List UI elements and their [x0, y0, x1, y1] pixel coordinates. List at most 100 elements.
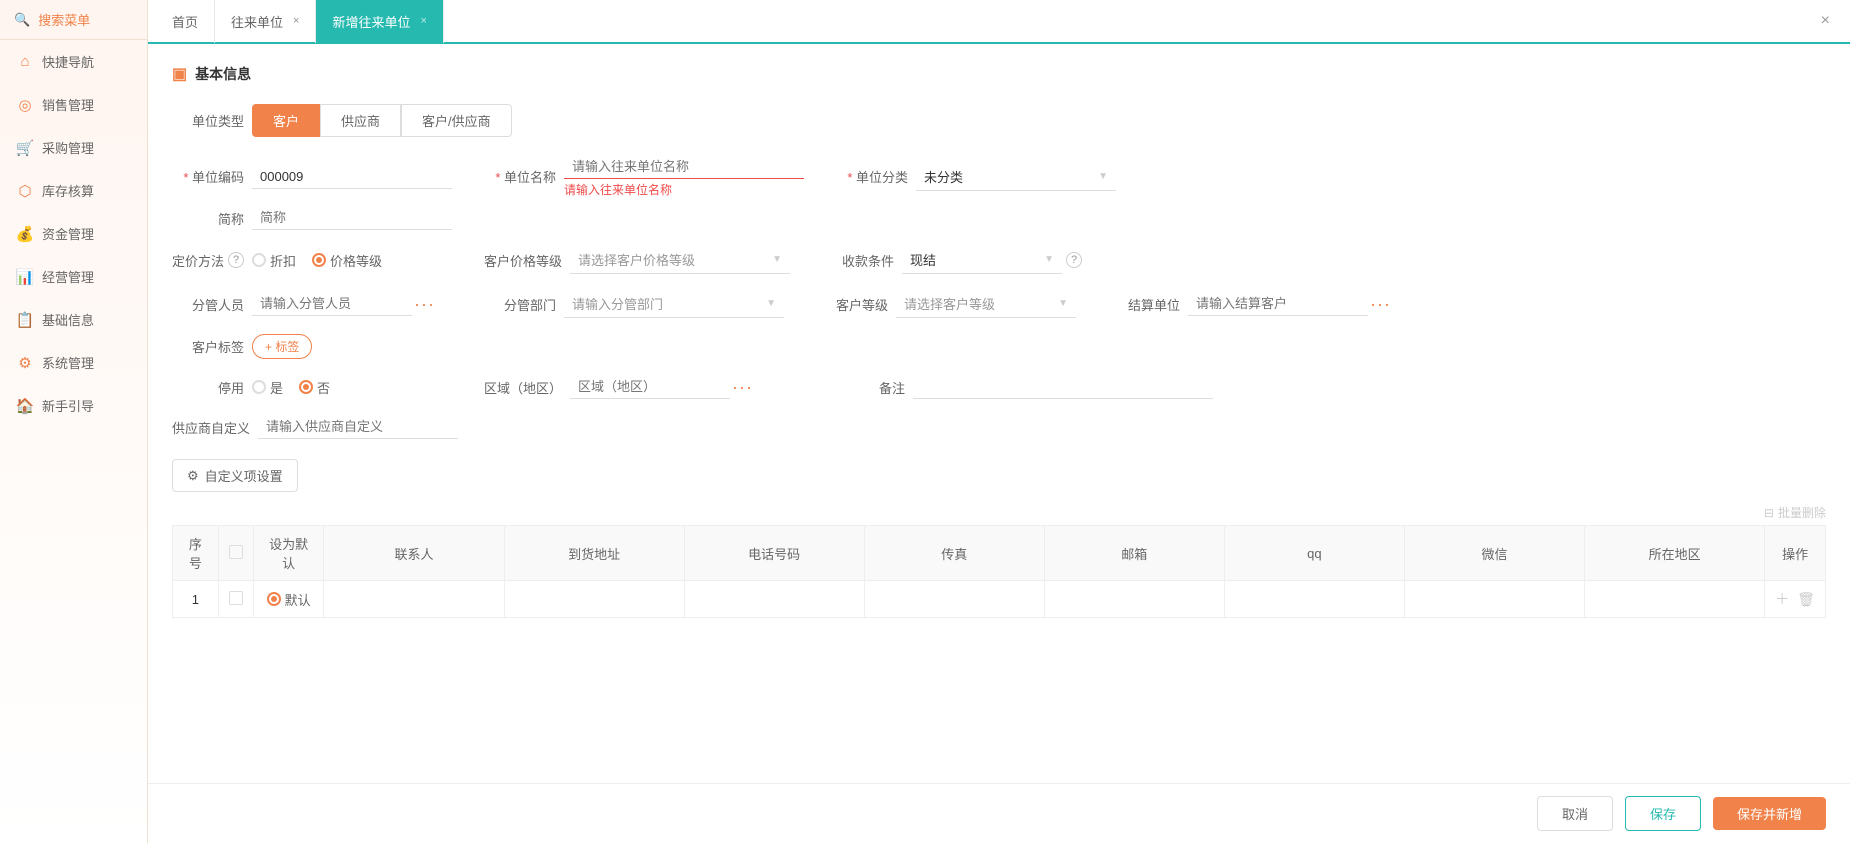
col-region: 所在地区 [1585, 526, 1765, 581]
cell-table-region[interactable] [1585, 581, 1765, 618]
col-email: 邮箱 [1044, 526, 1224, 581]
sidebar-item-system-mgmt[interactable]: ⚙ 系统管理 [0, 341, 147, 384]
payment-terms-select[interactable]: 现结 ▼ [902, 246, 1062, 274]
customer-tag-row: 客户标签 + 标签 [172, 334, 1826, 359]
row-checkbox[interactable] [229, 591, 243, 605]
wechat-input[interactable] [1415, 592, 1574, 607]
cell-wechat[interactable] [1405, 581, 1585, 618]
payment-terms-help-icon[interactable]: ? [1066, 252, 1082, 268]
search-icon: 🔍 [14, 12, 30, 28]
sidebar-item-purchase-mgmt[interactable]: 🛒 采购管理 [0, 126, 147, 169]
qq-input[interactable] [1235, 592, 1394, 607]
form-content: ▣ 基本信息 单位类型 客户 供应商 客户/供应商 单位编码 单位名称 [148, 44, 1850, 783]
radio-price-level[interactable]: 价格等级 [312, 251, 382, 270]
table-region-input[interactable] [1595, 592, 1754, 607]
unit-code-input[interactable] [252, 165, 452, 189]
remark-label: 备注 [833, 378, 913, 397]
col-check [218, 526, 253, 581]
col-qq: qq [1224, 526, 1404, 581]
disable-region-row: 停用 是 否 区域（地区） ··· [172, 375, 1826, 399]
unit-category-select[interactable]: 未分类 ▼ [916, 163, 1116, 191]
settlement-unit-input[interactable] [1188, 292, 1368, 316]
sidebar-search[interactable]: 🔍 搜索菜单 [0, 0, 147, 40]
cancel-button[interactable]: 取消 [1537, 796, 1613, 831]
supervisor-input[interactable] [252, 292, 412, 316]
address-input[interactable] [515, 592, 674, 607]
radio-no[interactable]: 否 [299, 378, 330, 397]
supplier-custom-input[interactable] [258, 415, 458, 439]
unit-type-row: 单位类型 客户 供应商 客户/供应商 [172, 104, 1826, 137]
header-checkbox[interactable] [229, 545, 243, 559]
disable-radio-group: 是 否 [252, 378, 330, 397]
supervisor-dots-btn[interactable]: ··· [414, 295, 435, 313]
tab-add-partner[interactable]: 新增往来单位 × [316, 0, 443, 43]
customer-price-level-select[interactable]: 请选择客户价格等级 ▼ [570, 246, 790, 274]
cell-phone[interactable] [684, 581, 864, 618]
col-default: 设为默认 [253, 526, 324, 581]
cell-qq[interactable] [1224, 581, 1404, 618]
short-name-row: 简称 [172, 206, 1826, 230]
department-select[interactable]: 请输入分管部门 ▼ [564, 290, 784, 318]
sidebar-item-inventory[interactable]: ⬡ 库存核算 [0, 169, 147, 212]
unit-btn-supplier[interactable]: 供应商 [320, 104, 401, 137]
unit-code-col: 单位编码 [172, 165, 452, 189]
delete-row-icon[interactable]: 🗑 [1797, 591, 1815, 608]
pricing-help-icon[interactable]: ? [228, 252, 244, 268]
settlement-unit-dots-btn[interactable]: ··· [1370, 295, 1391, 313]
pricing-row: 定价方法 ? 折扣 价格等级 客户价格等级 [172, 246, 1826, 274]
tab-add-partner-close[interactable]: × [420, 15, 426, 27]
short-name-col: 简称 [172, 206, 452, 230]
radio-yes[interactable]: 是 [252, 378, 283, 397]
remark-input[interactable] [913, 375, 1213, 399]
region-label: 区域（地区） [484, 378, 570, 397]
purchase-icon: 🛒 [16, 139, 34, 157]
customer-level-arrow: ▼ [1058, 298, 1068, 309]
cell-contact[interactable] [324, 581, 504, 618]
gear-icon: ⚙ [187, 468, 199, 484]
fax-input[interactable] [875, 592, 1034, 607]
sidebar-item-operations[interactable]: 📊 经营管理 [0, 255, 147, 298]
close-all-tabs[interactable]: × [1809, 12, 1842, 30]
contact-input[interactable] [334, 592, 493, 607]
customer-level-select[interactable]: 请选择客户等级 ▼ [896, 290, 1076, 318]
sidebar-item-basic-info[interactable]: 📋 基础信息 [0, 298, 147, 341]
custom-settings-button[interactable]: ⚙ 自定义项设置 [172, 459, 298, 492]
sidebar-item-new-user[interactable]: 🏠 新手引导 [0, 384, 147, 427]
unit-type-group: 客户 供应商 客户/供应商 [252, 104, 512, 137]
sidebar-item-label: 资金管理 [42, 224, 94, 243]
radio-discount[interactable]: 折扣 [252, 251, 296, 270]
email-input[interactable] [1055, 592, 1214, 607]
unit-btn-customer[interactable]: 客户 [252, 104, 320, 137]
region-input[interactable] [570, 375, 730, 399]
add-tag-button[interactable]: + 标签 [252, 334, 312, 359]
batch-delete-label[interactable]: 批量删除 [1778, 504, 1826, 521]
tab-home[interactable]: 首页 [156, 0, 215, 43]
section-title: ▣ 基本信息 [172, 64, 1826, 84]
unit-name-input[interactable] [564, 155, 804, 179]
add-row-icon[interactable]: ＋ [1775, 589, 1789, 609]
unit-name-label: 单位名称 [484, 167, 564, 186]
unit-btn-both[interactable]: 客户/供应商 [401, 104, 512, 137]
cell-email[interactable] [1044, 581, 1224, 618]
cell-address[interactable] [504, 581, 684, 618]
tab-partner-list-close[interactable]: × [293, 15, 299, 27]
sidebar-item-sales-mgmt[interactable]: ◎ 销售管理 [0, 83, 147, 126]
region-dots-btn[interactable]: ··· [732, 378, 753, 396]
contact-table: 序号 设为默认 联系人 到货地址 电话号码 传真 邮箱 qq 微信 所在地区 操… [172, 525, 1826, 618]
settlement-unit-col: 结算单位 ··· [1108, 292, 1391, 316]
save-button[interactable]: 保存 [1625, 796, 1701, 831]
row-default-radio[interactable]: 默认 [264, 590, 314, 609]
sidebar-item-quick-nav[interactable]: ⌂ 快捷导航 [0, 40, 147, 83]
short-name-input[interactable] [252, 206, 452, 230]
save-new-button[interactable]: 保存并新增 [1713, 797, 1826, 830]
col-action: 操作 [1765, 526, 1826, 581]
phone-input[interactable] [695, 592, 854, 607]
col-wechat: 微信 [1405, 526, 1585, 581]
tab-partner-list[interactable]: 往来单位 × [215, 0, 316, 43]
disable-col: 停用 是 否 [172, 378, 452, 397]
radio-yes-label: 是 [270, 378, 283, 397]
sidebar-item-finance[interactable]: 💰 资金管理 [0, 212, 147, 255]
price-level-arrow: ▼ [772, 254, 782, 265]
cell-fax[interactable] [864, 581, 1044, 618]
customer-price-level-label: 客户价格等级 [484, 251, 570, 270]
